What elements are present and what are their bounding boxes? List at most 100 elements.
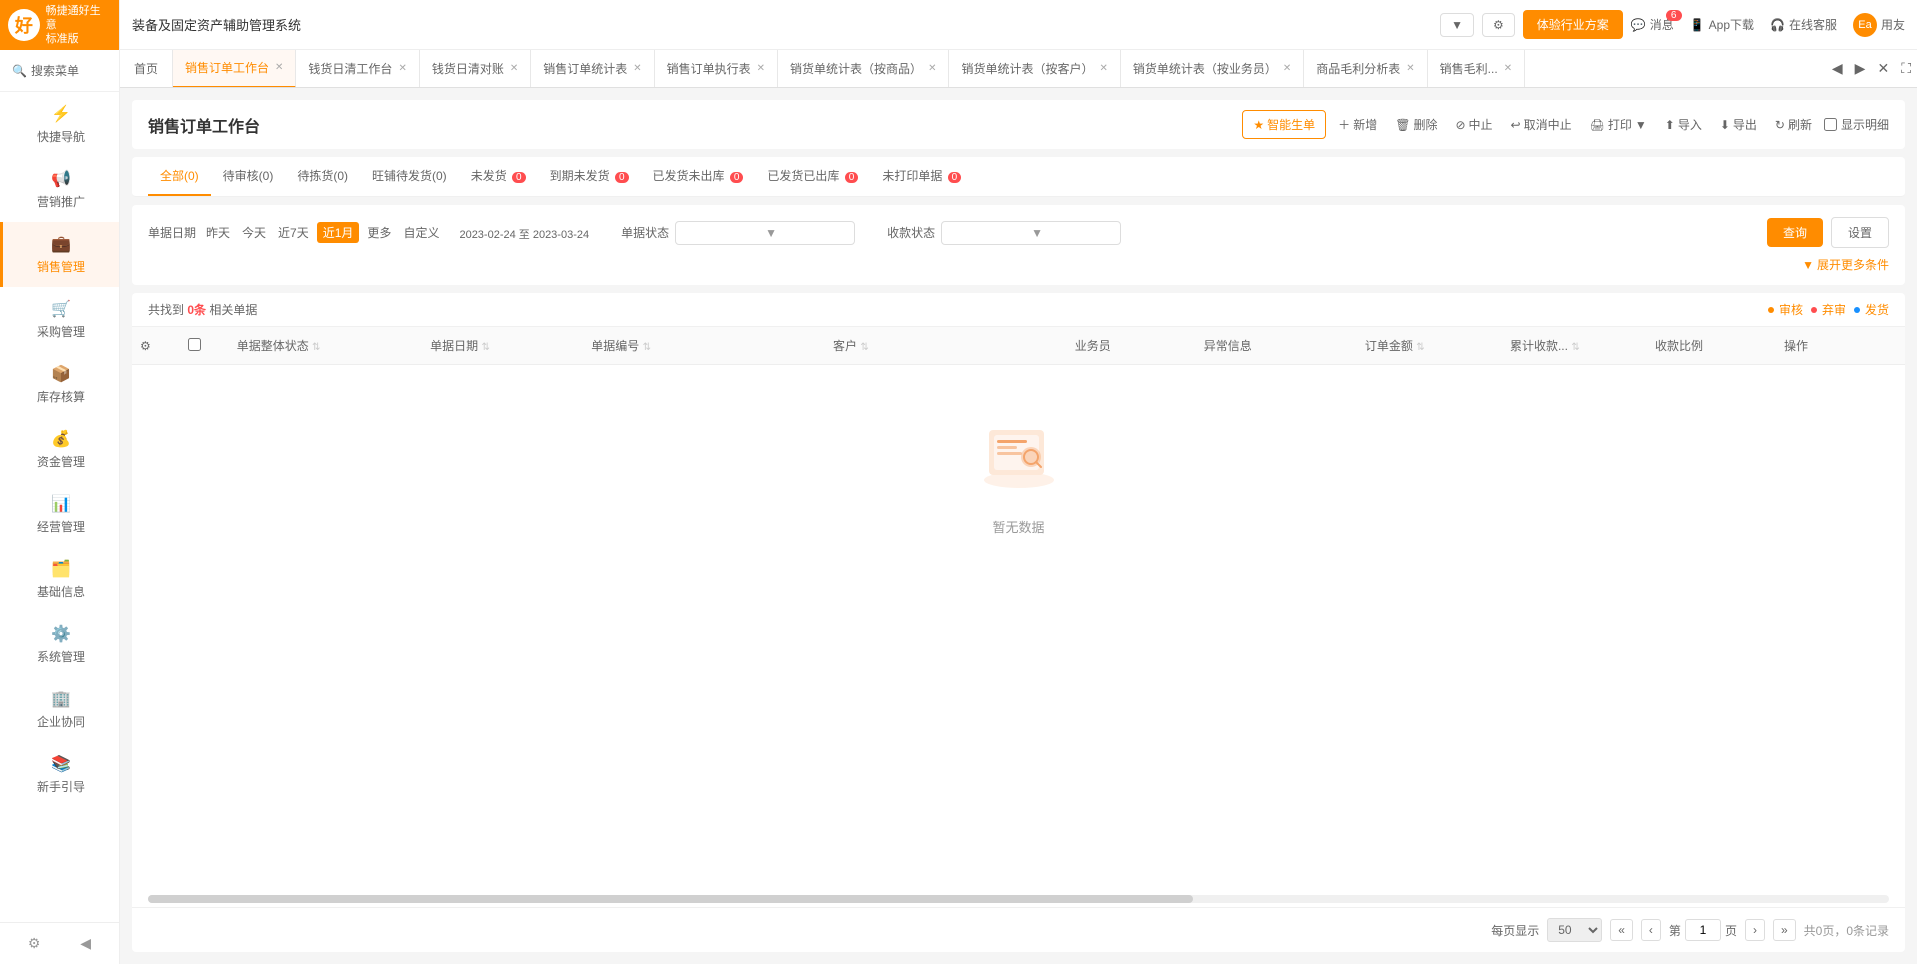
date-btn-today[interactable]: 今天	[238, 222, 270, 243]
col-receipt-header[interactable]: 累计收款... ⇅	[1502, 327, 1647, 365]
status-select[interactable]: ▼	[675, 221, 855, 245]
tab-close-sales-workbench[interactable]: ✕	[275, 62, 283, 73]
sidebar-item-enterprise[interactable]: 🏢 企业协同	[0, 677, 119, 742]
sidebar-item-finance[interactable]: 💰 资金管理	[0, 417, 119, 482]
settings-button[interactable]: ⚙	[1482, 13, 1515, 37]
page-size-select[interactable]: 50 20 100	[1547, 918, 1602, 942]
app-download-button[interactable]: 📱 App下载	[1690, 16, 1754, 33]
tab-reconciliation[interactable]: 钱货日清对账 ✕	[420, 50, 531, 88]
col-number-header[interactable]: 单据编号 ⇅	[583, 327, 825, 365]
filter-tab-wangpu-pending[interactable]: 旺铺待发货(0)	[360, 157, 459, 196]
tab-close-sales-exec[interactable]: ✕	[757, 63, 765, 74]
add-button[interactable]: ＋ 新增	[1332, 111, 1383, 138]
sidebar-item-purchase[interactable]: 🛒 采购管理	[0, 287, 119, 352]
refresh-button[interactable]: ↻ 刷新	[1769, 111, 1818, 138]
tab-goods-stats-customer[interactable]: 销货单统计表（按客户） ✕	[949, 50, 1120, 88]
tab-close-daily-clear[interactable]: ✕	[398, 63, 406, 74]
sidebar-item-inventory[interactable]: 📦 库存核算	[0, 352, 119, 417]
search-menu-button[interactable]: 🔍 搜索菜单	[8, 58, 111, 83]
audit-op-button[interactable]: 审核	[1768, 301, 1803, 318]
delete-button[interactable]: 🗑 删除	[1389, 111, 1443, 138]
tab-sales-margin[interactable]: 销售毛利... ✕	[1428, 50, 1525, 88]
user-menu-button[interactable]: Ea 用友	[1853, 13, 1905, 37]
tab-close-goods-stats-product[interactable]: ✕	[928, 63, 936, 74]
tab-close-reconciliation[interactable]: ✕	[510, 63, 518, 74]
filter-tab-overdue-ship[interactable]: 到期未发货 0	[538, 157, 641, 196]
col-amount-header[interactable]: 订单金额 ⇅	[1357, 327, 1502, 365]
deliver-op-button[interactable]: 发货	[1854, 301, 1889, 318]
message-button[interactable]: 💬 消息 6	[1631, 16, 1674, 33]
scrollbar-thumb[interactable]	[148, 895, 1193, 903]
col-checkbox-header[interactable]	[180, 327, 228, 365]
date-btn-more[interactable]: 更多	[363, 222, 395, 243]
sidebar-item-base[interactable]: 🗂️ 基础信息	[0, 547, 119, 612]
collapse-icon-button[interactable]: ◀	[76, 931, 95, 956]
query-button[interactable]: 查询	[1767, 218, 1823, 247]
tab-close-margin-analysis[interactable]: ✕	[1406, 63, 1414, 74]
detail-checkbox-label[interactable]: 显示明细	[1824, 116, 1889, 133]
cancel-audit-op-button[interactable]: 弃审	[1811, 301, 1846, 318]
print-button[interactable]: 🖨 打印 ▼	[1584, 111, 1653, 138]
sidebar-item-sales[interactable]: 💼 销售管理	[0, 222, 119, 287]
horizontal-scrollbar[interactable]	[148, 895, 1889, 903]
industry-button[interactable]: 体验行业方案	[1523, 10, 1623, 39]
prev-page-button[interactable]: ‹	[1641, 919, 1661, 941]
next-page-button[interactable]: ›	[1745, 919, 1765, 941]
tab-sales-stats[interactable]: 销售订单统计表 ✕	[531, 50, 654, 88]
col-customer-header[interactable]: 客户 ⇅	[825, 327, 1067, 365]
tab-sales-workbench[interactable]: 销售订单工作台 ✕	[173, 50, 296, 88]
sidebar-item-quick-nav[interactable]: ⚡ 快捷导航	[0, 92, 119, 157]
tab-home[interactable]: 首页	[120, 50, 173, 88]
filter-tab-not-shipped[interactable]: 未发货 0	[459, 157, 538, 196]
date-btn-7days[interactable]: 近7天	[274, 222, 313, 243]
sidebar-item-system[interactable]: ⚙️ 系统管理	[0, 612, 119, 677]
filter-tab-all[interactable]: 全部(0)	[148, 157, 211, 196]
tab-next-button[interactable]: ▶	[1849, 50, 1872, 88]
export-button[interactable]: ⬇ 导出	[1714, 111, 1763, 138]
import-button[interactable]: ⬆ 导入	[1659, 111, 1708, 138]
date-btn-custom[interactable]: 自定义	[399, 222, 443, 243]
col-date-header[interactable]: 单据日期 ⇅	[422, 327, 583, 365]
smart-create-button[interactable]: ★ 智能生单	[1242, 110, 1326, 139]
tab-goods-stats-product[interactable]: 销货单统计表（按商品） ✕	[778, 50, 949, 88]
date-btn-yesterday[interactable]: 昨天	[202, 222, 234, 243]
tab-margin-analysis[interactable]: 商品毛利分析表 ✕	[1304, 50, 1427, 88]
receipt-select[interactable]: ▼	[941, 221, 1121, 245]
col-status-header[interactable]: 单据整体状态 ⇅	[229, 327, 422, 365]
tab-daily-clear[interactable]: 钱货日清工作台 ✕	[296, 50, 419, 88]
tab-prev-button[interactable]: ◀	[1826, 50, 1849, 88]
filter-tab-pending-audit[interactable]: 待审核(0)	[211, 157, 286, 196]
tab-fullscreen-button[interactable]: ⛶	[1895, 50, 1917, 88]
date-filter-label: 单据日期	[148, 224, 196, 241]
settings-icon-button[interactable]: ⚙	[24, 931, 45, 956]
sidebar-item-operations[interactable]: 📊 经营管理	[0, 482, 119, 547]
tab-goods-stats-staff[interactable]: 销货单统计表（按业务员） ✕	[1121, 50, 1304, 88]
date-btn-1month[interactable]: 近1月	[317, 222, 360, 243]
stop-button[interactable]: ⊘ 中止	[1449, 111, 1498, 138]
sidebar-item-guide[interactable]: 📚 新手引导	[0, 742, 119, 807]
filter-tab-shipped-not-out[interactable]: 已发货未出库 0	[641, 157, 756, 196]
filter-tab-not-printed[interactable]: 未打印单据 0	[870, 157, 973, 196]
page-number-input[interactable]	[1685, 919, 1721, 941]
tab-close-all-button[interactable]: ✕	[1871, 50, 1895, 88]
detail-checkbox[interactable]	[1824, 118, 1837, 131]
last-page-button[interactable]: »	[1773, 919, 1796, 941]
cancel-stop-button[interactable]: ↩ 取消中止	[1505, 111, 1578, 138]
tab-close-sales-margin[interactable]: ✕	[1504, 63, 1512, 74]
first-page-button[interactable]: «	[1610, 919, 1633, 941]
filter-tab-pending-pick[interactable]: 待拣货(0)	[285, 157, 360, 196]
sidebar-item-marketing[interactable]: 📢 营销推广	[0, 157, 119, 222]
tab-close-sales-stats[interactable]: ✕	[633, 63, 641, 74]
col-staff-header[interactable]: 业务员	[1067, 327, 1196, 365]
tab-close-goods-stats-staff[interactable]: ✕	[1283, 63, 1291, 74]
tab-close-goods-stats-customer[interactable]: ✕	[1099, 63, 1107, 74]
tab-sales-exec[interactable]: 销售订单执行表 ✕	[655, 50, 778, 88]
filter-tab-shipped-out[interactable]: 已发货已出库 0	[755, 157, 870, 196]
online-service-button[interactable]: 🎧 在线客服	[1770, 16, 1837, 33]
system-dropdown-button[interactable]: ▼	[1440, 13, 1474, 37]
select-all-checkbox[interactable]	[188, 338, 201, 351]
sidebar-search-area[interactable]: 🔍 搜索菜单	[0, 50, 119, 92]
expand-filter-button[interactable]: ▼ 展开更多条件	[1802, 256, 1889, 273]
table-scroll-area[interactable]: ⚙ 单据整体状态 ⇅ 单据日期 ⇅	[132, 327, 1905, 891]
set-button[interactable]: 设置	[1831, 217, 1889, 248]
